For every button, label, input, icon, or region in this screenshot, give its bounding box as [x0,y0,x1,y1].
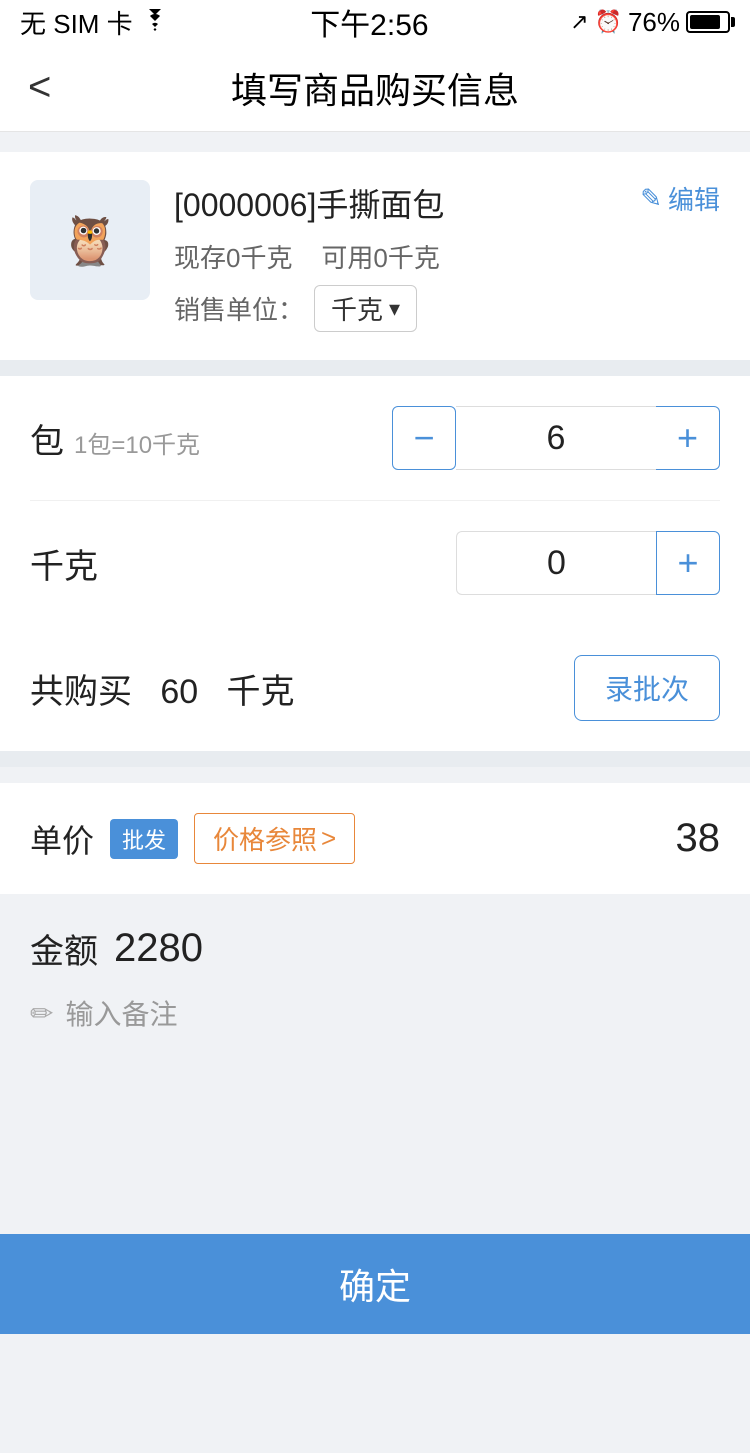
battery-icon [686,11,730,33]
location-icon: ↗ [570,9,588,35]
back-button[interactable]: < [28,65,51,110]
alarm-icon: ⏰ [595,9,622,35]
kg-row: 千克 + [30,501,720,625]
product-stock: 现存0千克 可用0千克 [174,238,720,275]
price-section: 单价 批发 价格参照 > 38 [0,783,750,894]
bao-plus-button[interactable]: + [656,406,720,470]
remark-placeholder: 输入备注 [65,993,177,1033]
batch-button[interactable]: 录批次 [574,655,720,721]
total-section: 共购买 60 千克 录批次 [0,625,750,751]
product-unit: 销售单位： 千克 ▾ [174,285,720,332]
kg-stepper: + [456,531,720,595]
kg-input[interactable] [456,531,656,595]
wifi-icon [141,7,169,38]
bao-minus-button[interactable]: − [392,406,456,470]
price-label: 单价 [30,816,94,862]
status-bar: 无 SIM 卡 下午2:56 ↗ ⏰ 76% [0,0,750,44]
bao-stepper: − + [392,406,720,470]
product-section: 🦉 [0000006]手撕面包 现存0千克 可用0千克 销售单位： 千克 ▾ ✎… [0,152,750,360]
product-image: 🦉 [30,180,150,300]
status-time: 下午2:56 [310,0,428,44]
carrier-label: 无 SIM 卡 [20,4,133,41]
amount-value: 2280 [114,926,203,971]
chevron-right-icon: > [321,823,336,854]
battery-percent: 76% [628,7,680,38]
remark-row[interactable]: ✏ 输入备注 [30,993,720,1033]
page-title: 填写商品购买信息 [231,62,519,114]
total-text: 共购买 60 千克 [30,664,295,713]
price-row: 单价 批发 价格参照 > 38 [30,813,720,864]
bao-input[interactable] [456,406,656,470]
nav-bar: < 填写商品购买信息 [0,44,750,132]
price-ref-button[interactable]: 价格参照 > [194,813,355,864]
amount-row: 金额 2280 [30,924,720,973]
kg-label: 千克 [30,539,98,588]
input-section: 包 1包=10千克 − + 千克 + [0,376,750,625]
unit-select[interactable]: 千克 ▾ [314,285,417,332]
price-tag: 批发 [110,819,178,859]
edit-button[interactable]: ✎ 编辑 [640,180,720,217]
chevron-down-icon: ▾ [389,296,400,322]
divider-2 [0,751,750,767]
price-value: 38 [676,816,721,861]
confirm-button[interactable]: 确定 [0,1234,750,1334]
bao-hint: 1包=10千克 [74,425,200,460]
product-logo-icon: 🦉 [60,212,120,269]
edit-icon: ✎ [640,183,662,214]
status-left: 无 SIM 卡 [20,4,169,41]
amount-section: 金额 2280 ✏ 输入备注 [0,894,750,1053]
product-info: [0000006]手撕面包 现存0千克 可用0千克 销售单位： 千克 ▾ [174,180,720,332]
bao-row: 包 1包=10千克 − + [30,376,720,501]
pencil-icon: ✏ [30,997,53,1030]
kg-plus-button[interactable]: + [656,531,720,595]
product-name: [0000006]手撕面包 [174,180,720,226]
divider-1 [0,360,750,376]
amount-label: 金额 [30,924,98,973]
bao-label: 包 1包=10千克 [30,414,200,463]
status-right: ↗ ⏰ 76% [570,7,730,38]
